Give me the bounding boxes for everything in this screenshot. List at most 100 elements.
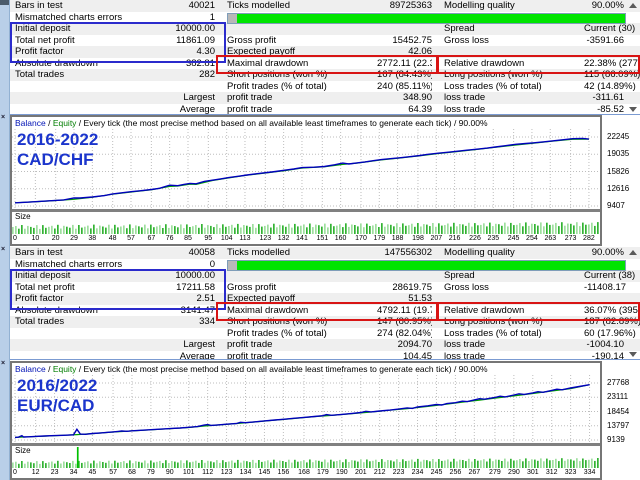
- x-axis-label: 190: [335, 469, 348, 476]
- report-cell: 51.53: [408, 293, 432, 304]
- y-axis: 22245 19035 15826 12616 9407: [604, 115, 640, 246]
- scroll-down-icon[interactable]: [629, 107, 637, 112]
- x-axis-label: 57: [127, 235, 135, 242]
- x-axis-label: 207: [430, 235, 443, 242]
- x-axis-label: 145: [258, 469, 271, 476]
- report-cell: profit trade: [227, 350, 273, 360]
- report-cell: 3141.47: [180, 304, 215, 316]
- x-axis-label: 179: [317, 469, 329, 476]
- window-corner-decoration: [0, 0, 9, 5]
- report-row: Bars in test 40021 Ticks modelled 89725363 M…: [10, 0, 640, 12]
- x-axis-label: 113: [239, 235, 251, 242]
- report-cell: Spread: [444, 23, 475, 34]
- y-axis: 27768 23111 18454 13797 9139: [604, 361, 640, 480]
- report-row: Initial deposit 10000.00 Spread Current (30…: [10, 23, 640, 35]
- report-cell: Expected payoff: [227, 46, 295, 57]
- report-cell: 40058: [188, 247, 215, 258]
- x-axis-label: 20: [51, 235, 60, 242]
- report-cell: Absolute drawdown: [15, 304, 98, 316]
- y-axis-label: 18454: [607, 406, 630, 416]
- scroll-down-icon[interactable]: [629, 352, 637, 357]
- x-axis-label: 104: [220, 235, 233, 242]
- report-cell: loss trade: [444, 92, 486, 103]
- report-cell: [377, 23, 432, 35]
- report-cell: 22.38% (2772.11): [584, 57, 640, 69]
- report-cell: 15452.75: [392, 34, 432, 46]
- x-axis-label: 282: [583, 235, 595, 242]
- report-cell: Initial deposit: [15, 270, 71, 281]
- legend-method-text: Every tick (the most precise method base…: [83, 364, 452, 374]
- scroll-up-icon[interactable]: [629, 3, 637, 8]
- report-cell: Loss trades (% of total): [444, 327, 542, 339]
- y-axis-label: 12616: [607, 183, 630, 193]
- report-cell: [584, 293, 640, 305]
- x-axis-label: 256: [449, 469, 462, 476]
- report-cell: Modelling quality: [444, 0, 515, 11]
- chart-frame: Balance / Equity / Every tick (the most …: [10, 115, 602, 246]
- y-axis-label: 22245: [607, 132, 630, 141]
- modelling-quality-progress-bar: [227, 259, 626, 271]
- report-cell: 147556302: [384, 247, 432, 258]
- chart-title-period: 2016-2022: [17, 130, 99, 149]
- x-axis-label: 151: [316, 235, 329, 242]
- report-cell: 64.39: [408, 103, 432, 115]
- report-cell: profit trade: [227, 339, 273, 350]
- y-axis-label: 19035: [607, 149, 630, 159]
- report-row: Mismatched charts errors 0: [10, 259, 640, 271]
- report-cell: Short positions (won %): [227, 316, 328, 327]
- report-cell: 89725363: [389, 0, 432, 11]
- legend-equity-label: Equity: [52, 118, 77, 128]
- report-cell: 42 (14.89%): [584, 80, 636, 92]
- report-cell: 17211.58: [176, 281, 215, 293]
- x-axis-label: 312: [545, 469, 558, 476]
- x-axis-label: 134: [239, 469, 252, 476]
- report-cell: Profit trades (% of total): [227, 327, 327, 339]
- chart-title-symbol: EUR/CAD: [17, 396, 95, 415]
- report-cell: -311.61: [592, 92, 624, 103]
- x-axis-label: 34: [69, 469, 78, 476]
- report-row: Total trades 334 Short positions (won %) 14…: [10, 316, 640, 328]
- x-axis-label: 48: [108, 235, 117, 242]
- report-cell: [10, 104, 160, 115]
- report-cell: Profit trades (% of total): [227, 80, 327, 92]
- report-cell: Largest: [183, 92, 215, 103]
- report-cell: loss trade: [444, 350, 486, 360]
- report-cell: Average: [179, 350, 215, 360]
- x-axis-label: 212: [373, 469, 386, 476]
- x-axis-label: 0: [13, 235, 17, 242]
- x-axis-label: 245: [507, 235, 520, 242]
- x-axis-label: 188: [391, 235, 404, 242]
- report-cell: [444, 46, 584, 58]
- report-cell: Modelling quality: [444, 247, 515, 258]
- report-cell: 187 (82.89%): [584, 316, 640, 327]
- report-cell: Relative drawdown: [444, 57, 525, 69]
- x-axis-label: 273: [564, 235, 577, 242]
- plot-area[interactable]: 2016/2022 EUR/CAD: [12, 375, 600, 443]
- plot-area[interactable]: 2016-2022 CAD/CHF: [12, 129, 600, 209]
- y-axis-label: 27768: [607, 378, 630, 387]
- x-axis-label: 10: [31, 235, 40, 242]
- close-icon[interactable]: ×: [1, 246, 9, 253]
- equity-chart-eurcad[interactable]: Balance / Equity / Every tick (the most …: [10, 361, 640, 480]
- scroll-up-icon[interactable]: [629, 250, 637, 255]
- x-axis-label: 254: [526, 235, 538, 242]
- report-cell: 36.07% (3951.27): [584, 304, 640, 316]
- close-icon[interactable]: ×: [1, 360, 9, 367]
- x-axis-label: 263: [544, 235, 557, 242]
- report-cell: 104.45: [402, 350, 432, 360]
- x-axis-label: 223: [392, 469, 405, 476]
- x-axis-label: 168: [298, 469, 310, 476]
- report-cell: Total net profit: [15, 34, 75, 46]
- lot-size-bars: [12, 447, 599, 468]
- report-cell: 274 (82.04%): [377, 327, 432, 339]
- report-cell: -11408.17: [584, 281, 627, 293]
- x-axis-label: 23: [50, 469, 59, 476]
- legend-separator: /: [45, 364, 53, 374]
- x-axis-label: 156: [277, 469, 290, 476]
- report-cell: [227, 270, 377, 282]
- close-icon[interactable]: ×: [1, 114, 9, 121]
- x-axis-label: 301: [526, 469, 539, 476]
- report-rows: Bars in test 40058 Ticks modelled 147556302…: [10, 247, 640, 360]
- equity-chart-cadchf[interactable]: Balance / Equity / Every tick (the most …: [10, 115, 640, 246]
- report-row: Initial deposit 10000.00 Spread Current (38…: [10, 270, 640, 282]
